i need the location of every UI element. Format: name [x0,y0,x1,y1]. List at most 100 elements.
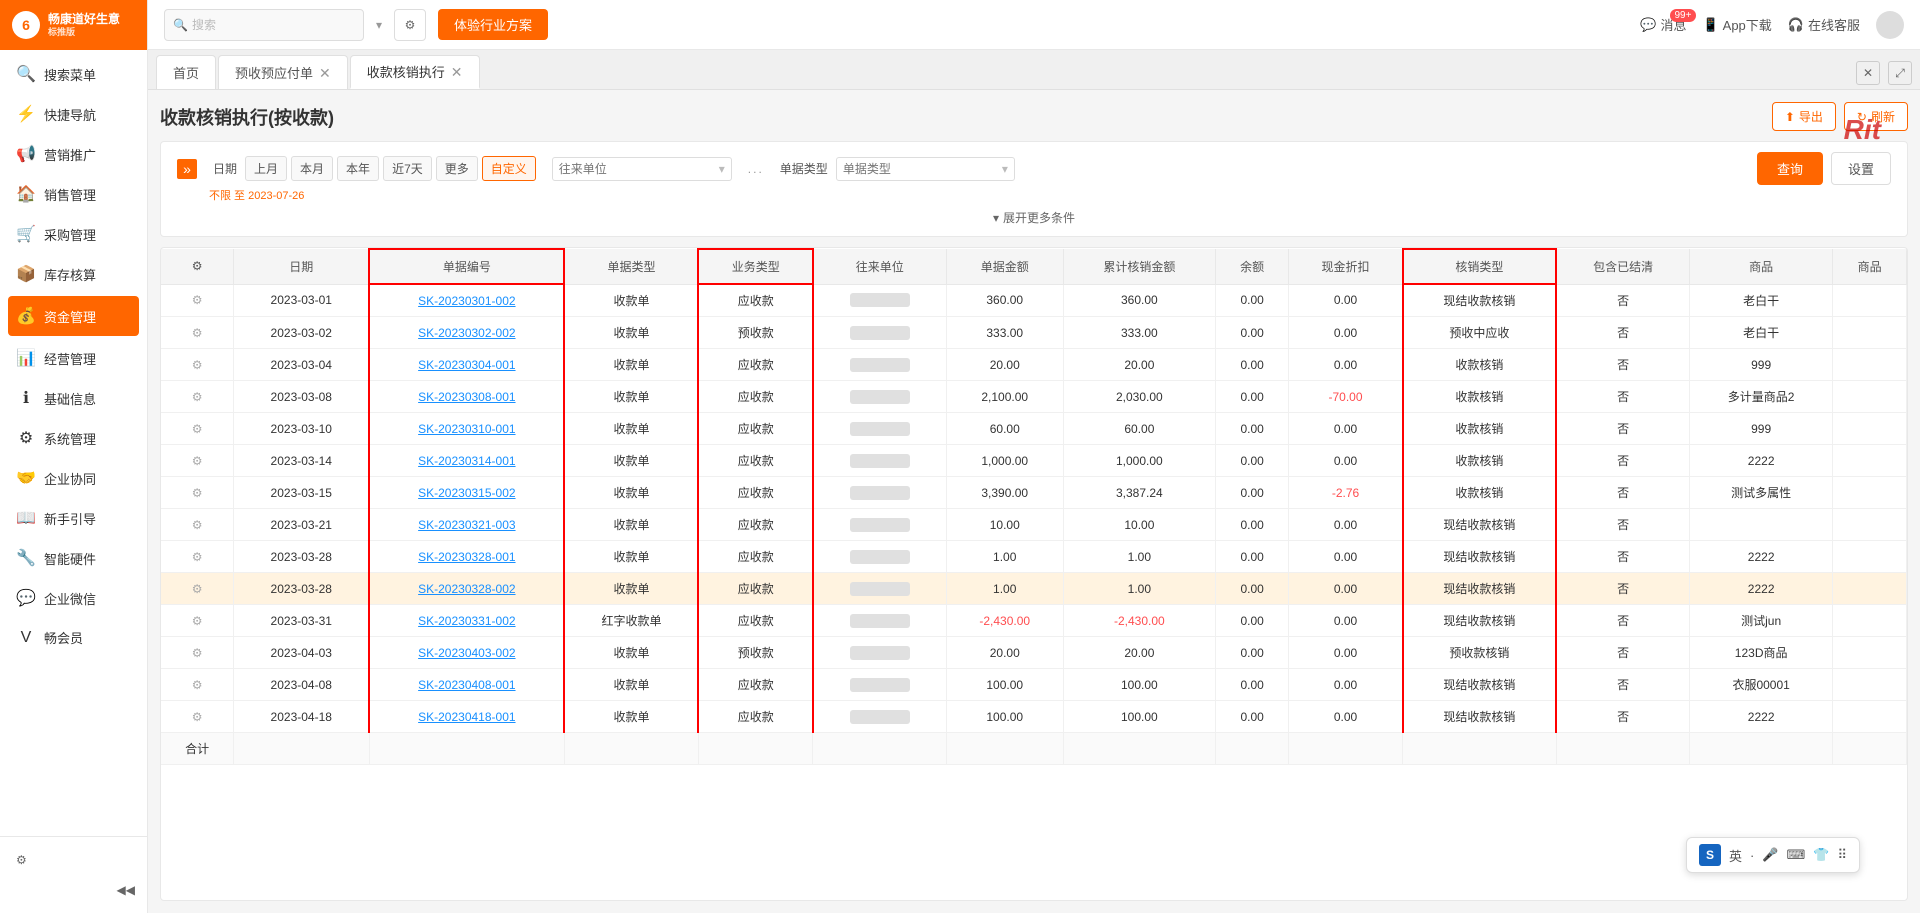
sidebar-item-基础信息[interactable]: ℹ基础信息 [0,378,147,418]
doc-no-link[interactable]: SK-20230301-002 [418,294,515,308]
sidebar-item-资金管理[interactable]: 💰资金管理 [8,296,139,336]
cell-include_settled: 否 [1556,701,1689,733]
topbar-search-box[interactable]: 🔍 搜索 [164,9,364,41]
table-row: ⚙2023-03-04SK-20230304-001收款单应收款███████2… [161,349,1907,381]
online-service-btn[interactable]: 🎧 在线客服 [1788,15,1860,34]
cell-gear: ⚙ [161,509,234,541]
tab-close-icon[interactable]: ✕ [451,65,463,79]
sidebar-icon: 🔧 [16,548,36,568]
date-filter-btn-4[interactable]: 更多 [436,156,478,181]
ime-dot-btn[interactable]: · [1750,848,1754,863]
tab-0[interactable]: 首页 [156,55,216,89]
cell-goods2 [1833,573,1907,605]
date-filter-btn-1[interactable]: 本月 [291,156,333,181]
sidebar-item-企业协同[interactable]: 🤝企业协同 [0,458,147,498]
sidebar-item-经营管理[interactable]: 📊经营管理 [0,338,147,378]
refresh-button[interactable]: ↻ 刷新 [1844,102,1908,131]
date-filter-btn-0[interactable]: 上月 [245,156,287,181]
doc-no-link[interactable]: SK-20230331-002 [418,614,515,628]
sidebar-item-企业微信[interactable]: 💬企业微信 [0,578,147,618]
cell-cash_discount: 0.00 [1289,573,1403,605]
table-wrapper[interactable]: ⚙日期单据编号单据类型业务类型往来单位单据金额累计核销金额余额现金折扣核销类型包… [160,247,1908,901]
sidebar-icon: 📦 [16,264,36,284]
doc-no-link[interactable]: SK-20230314-001 [418,454,515,468]
doc-no-link[interactable]: SK-20230310-001 [418,422,515,436]
filter-collapse-btn[interactable]: » [177,159,197,179]
sidebar-bottom: ⚙ ◀◀ [0,836,147,913]
sidebar-settings-btn[interactable]: ⚙ [0,845,147,875]
sidebar-icon: V [16,629,36,647]
doc-type-chevron-icon: ▾ [1002,162,1008,176]
tab-1[interactable]: 预收预应付单✕ [218,55,348,89]
export-button[interactable]: ⬆ 导出 [1772,102,1836,131]
doc-no-link[interactable]: SK-20230304-001 [418,358,515,372]
cell-goods2 [1833,445,1907,477]
date-custom-btn[interactable]: 自定义 [482,156,536,181]
ime-lang-btn[interactable]: 英 [1729,846,1742,865]
sidebar-icon: ℹ [16,388,36,408]
doc-no-link[interactable]: SK-20230302-002 [418,326,515,340]
doc-no-link[interactable]: SK-20230328-002 [418,582,515,596]
ime-mic-btn[interactable]: 🎤 [1762,847,1778,863]
export-icon: ⬆ [1785,110,1795,124]
doc-no-link[interactable]: SK-20230403-002 [418,646,515,660]
tabbar-expand-btn[interactable]: ⤢ [1888,61,1912,85]
date-filter-btn-3[interactable]: 近7天 [383,156,432,181]
footer-cell-counterparty [813,733,946,765]
user-avatar[interactable] [1876,11,1904,39]
sidebar-item-快捷导航[interactable]: ⚡快捷导航 [0,94,147,134]
sidebar-item-搜索菜单[interactable]: 🔍搜索菜单 [0,54,147,94]
messages-btn[interactable]: 💬 消息 99+ [1640,15,1686,34]
tab-close-icon[interactable]: ✕ [319,66,331,80]
sidebar-collapse-btn[interactable]: ◀◀ [0,875,147,905]
ime-keyboard-btn[interactable]: ⌨ [1787,847,1806,863]
solution-button[interactable]: 体验行业方案 [438,9,548,40]
cell-acc_amount: 10.00 [1063,509,1215,541]
footer-cell-gear: 合计 [161,733,234,765]
sidebar-item-库存核算[interactable]: 📦库存核算 [0,254,147,294]
ime-shirt-btn[interactable]: 👕 [1813,847,1829,863]
doc-no-link[interactable]: SK-20230328-001 [418,550,515,564]
cell-date: 2023-04-03 [234,637,369,669]
cell-goods2 [1833,349,1907,381]
cell-cash_discount: 0.00 [1289,669,1403,701]
sidebar-item-智能硬件[interactable]: 🔧智能硬件 [0,538,147,578]
sidebar-item-营销推广[interactable]: 📢营销推广 [0,134,147,174]
counterparty-input[interactable] [559,158,715,180]
content-area: 收款核销执行(按收款) ⬆ 导出 ↻ 刷新 » 日期 上月本月本年近7天更多自定… [148,90,1920,913]
sidebar-item-畅会员[interactable]: V畅会员 [0,618,147,657]
footer-cell-goods [1689,733,1832,765]
sidebar-item-采购管理[interactable]: 🛒采购管理 [0,214,147,254]
doc-no-link[interactable]: SK-20230315-002 [418,486,515,500]
footer-cell-balance [1215,733,1289,765]
sidebar-item-新手引导[interactable]: 📖新手引导 [0,498,147,538]
query-button[interactable]: 查询 [1757,152,1823,185]
doc-type-input[interactable] [843,158,998,180]
cell-amount: 60.00 [946,413,1063,445]
sidebar-icon: 📢 [16,144,36,164]
ime-more-btn[interactable]: ⠿ [1837,847,1847,863]
cell-doc_no: SK-20230328-001 [369,541,564,573]
date-filter-btn-2[interactable]: 本年 [337,156,379,181]
sidebar-item-系统管理[interactable]: ⚙系统管理 [0,418,147,458]
chevron-down-icon: ▾ [993,211,999,225]
doc-no-link[interactable]: SK-20230418-001 [418,710,515,724]
sidebar-item-销售管理[interactable]: 🏠销售管理 [0,174,147,214]
expand-more-button[interactable]: ▾ 展开更多条件 [993,209,1075,226]
cell-acc_amount: 3,387.24 [1063,477,1215,509]
cell-gear: ⚙ [161,445,234,477]
doc-no-link[interactable]: SK-20230408-001 [418,678,515,692]
message-icon: 💬 [1640,17,1656,33]
cell-amount: 1,000.00 [946,445,1063,477]
settings-button[interactable]: 设置 [1831,152,1891,185]
tab-2[interactable]: 收款核销执行✕ [350,55,480,89]
topbar-gear-btn[interactable]: ⚙ [394,9,426,41]
col-header-balance: 余额 [1215,249,1289,284]
cell-goods: 2222 [1689,541,1832,573]
doc-no-link[interactable]: SK-20230308-001 [418,390,515,404]
app-download-btn[interactable]: 📱 App下载 [1702,15,1771,34]
doc-no-link[interactable]: SK-20230321-003 [418,518,515,532]
cell-balance: 0.00 [1215,637,1289,669]
tabbar-close-all-btn[interactable]: ✕ [1856,61,1880,85]
sidebar-menu: 🔍搜索菜单⚡快捷导航📢营销推广🏠销售管理🛒采购管理📦库存核算💰资金管理📊经营管理… [0,50,147,836]
